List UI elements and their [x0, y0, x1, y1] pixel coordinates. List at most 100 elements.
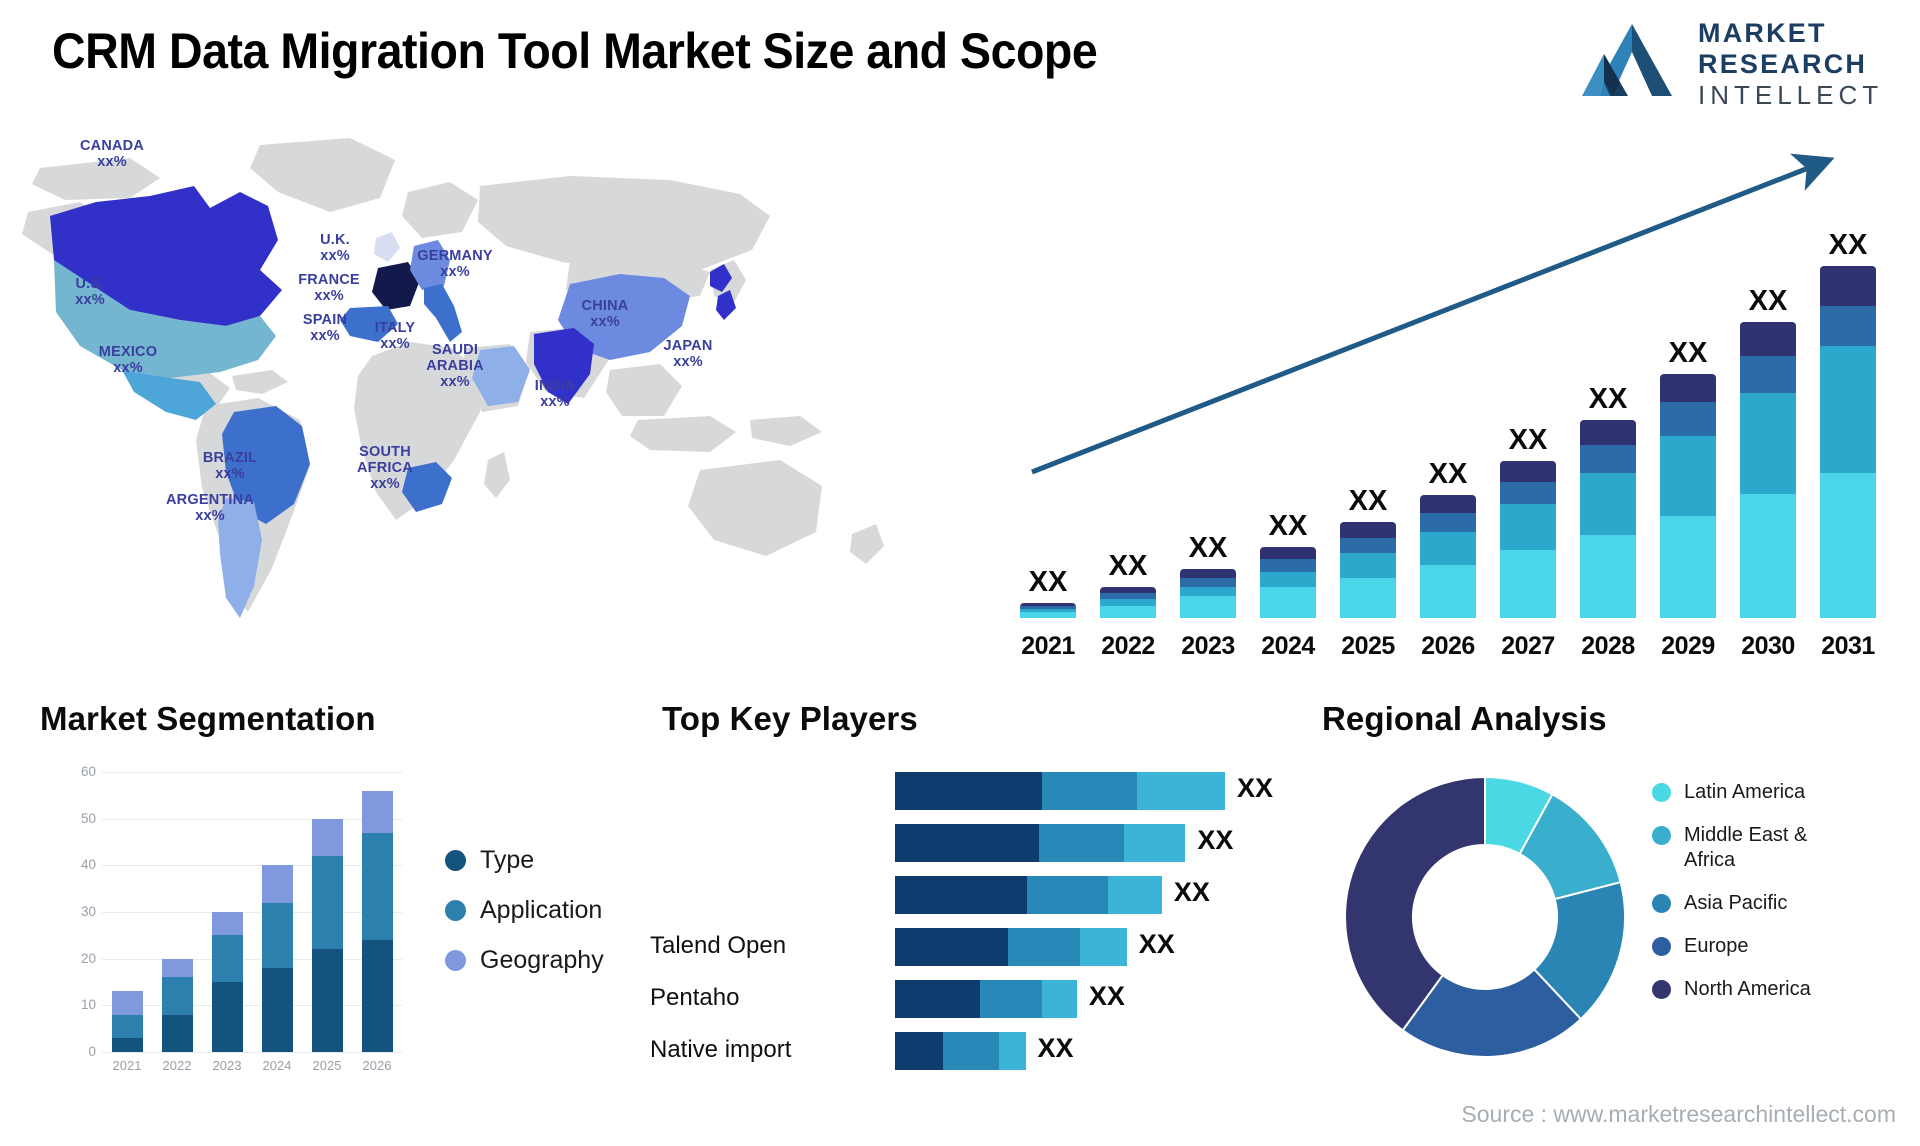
growth-bar-2021[interactable] — [1020, 602, 1076, 618]
regional-analysis-panel: Regional Analysis Latin America Middle Ea… — [1300, 700, 1920, 1130]
player-bar[interactable] — [895, 824, 1186, 862]
growth-bar-segment — [1740, 355, 1796, 393]
growth-bar-segment — [1660, 374, 1716, 402]
player-value-label: XX — [1037, 1033, 1074, 1063]
growth-axis-year: 2029 — [1661, 632, 1715, 660]
legend-dot-icon — [1652, 894, 1671, 913]
player-name-label: Talend Open — [650, 932, 787, 959]
growth-bar-segment — [1260, 559, 1316, 572]
player-value-label: XX — [1237, 773, 1274, 803]
map-label-china: CHINA xx% — [581, 298, 629, 330]
player-bar[interactable] — [895, 772, 1225, 810]
player-bar[interactable] — [895, 876, 1162, 914]
segmentation-legend-label: Geography — [480, 945, 604, 974]
player-bar-segment — [1038, 824, 1124, 862]
growth-bar-2029[interactable] — [1660, 374, 1716, 618]
segmentation-legend-item[interactable]: Geography — [445, 935, 604, 985]
regional-legend-item[interactable]: Middle East & Africa — [1652, 823, 1902, 873]
map-label-brazil: BRAZIL xx% — [202, 450, 258, 482]
growth-bar-segment — [1740, 494, 1796, 618]
legend-dot-icon — [1652, 783, 1671, 802]
growth-axis-year: 2022 — [1101, 632, 1155, 660]
map-label-india: INDIA xx% — [534, 378, 576, 410]
segmentation-legend-item[interactable]: Application — [445, 885, 604, 935]
segmentation-bar-2023[interactable] — [211, 912, 243, 1052]
market-segmentation-panel: Market Segmentation 0 10 20 30 40 50 60 2021 202… — [40, 700, 660, 1130]
growth-bar-2026[interactable] — [1420, 494, 1476, 619]
player-row[interactable]: Pentaho XX — [640, 980, 1300, 1018]
player-row[interactable]: Native import XX — [640, 1032, 1300, 1070]
player-value-label: XX — [1138, 929, 1175, 959]
player-row[interactable]: XX — [640, 824, 1300, 862]
player-row[interactable]: Talend Open XX — [640, 928, 1300, 966]
segmentation-y-tick: 50 — [80, 810, 96, 826]
legend-dot-icon — [445, 949, 466, 971]
growth-bar-2022[interactable] — [1100, 587, 1156, 618]
segmentation-bar-segment — [211, 912, 243, 936]
regional-legend-item[interactable]: Latin America — [1652, 780, 1902, 805]
player-bar[interactable] — [895, 1032, 1026, 1070]
player-value-label: XX — [1197, 825, 1234, 855]
legend-dot-icon — [1652, 826, 1671, 845]
regional-legend-item[interactable]: Asia Pacific — [1652, 891, 1902, 916]
growth-bar-segment — [1260, 571, 1316, 588]
segmentation-bar-2021[interactable] — [111, 991, 143, 1052]
growth-bar-2031[interactable] — [1820, 266, 1876, 618]
segmentation-legend-label: Application — [480, 895, 603, 924]
legend-dot-icon — [445, 899, 466, 921]
segmentation-gridline — [102, 912, 402, 913]
growth-bar-segment — [1820, 266, 1876, 307]
growth-bar-2027[interactable] — [1500, 460, 1556, 618]
player-row[interactable]: XX — [640, 772, 1300, 810]
player-bar-segment — [1107, 876, 1162, 914]
player-bar[interactable] — [895, 980, 1077, 1018]
growth-bar-2023[interactable] — [1180, 568, 1236, 618]
growth-bar-segment — [1420, 513, 1476, 532]
market-growth-chart: XX 2021 XX 2022 XX 2023 XX 2024 XX 2025 XX 2026 XX 20… — [1010, 135, 1910, 675]
growth-bar-2024[interactable] — [1260, 546, 1316, 618]
growth-bar-2025[interactable] — [1340, 522, 1396, 618]
brand-logo: MARKET RESEARCH INTELLECT — [1580, 14, 1896, 110]
growth-bar-segment — [1580, 445, 1636, 473]
segmentation-bar-2026[interactable] — [361, 790, 393, 1052]
growth-bar-segment — [1740, 321, 1796, 356]
player-bar-segment — [999, 1032, 1026, 1070]
player-value-label: XX — [1088, 981, 1125, 1011]
player-bar[interactable] — [895, 928, 1127, 966]
growth-axis-year: 2027 — [1501, 632, 1555, 660]
segmentation-gridline — [102, 1052, 402, 1053]
growth-bar-segment — [1420, 565, 1476, 618]
player-bar-segment — [895, 824, 1039, 862]
growth-bar-segment — [1260, 587, 1316, 618]
player-row[interactable]: XX — [640, 876, 1300, 914]
segmentation-legend-item[interactable]: Type — [445, 835, 604, 885]
map-label-argentina: ARGENTINA xx% — [166, 492, 254, 524]
player-bar-segment — [1026, 876, 1108, 914]
segmentation-bar-segment — [111, 1014, 143, 1039]
segmentation-bar-segment — [261, 865, 293, 903]
logo-line-market: MARKET — [1698, 18, 1827, 48]
growth-bar-segment — [1420, 494, 1476, 514]
segmentation-bar-segment — [161, 977, 193, 1015]
growth-bar-segment — [1820, 346, 1876, 473]
page-title: CRM Data Migration Tool Market Size and … — [52, 23, 1098, 79]
regional-legend-item[interactable]: North America — [1652, 977, 1902, 1002]
segmentation-bar-2025[interactable] — [311, 818, 343, 1052]
growth-axis-year: 2023 — [1181, 632, 1235, 660]
segmentation-bar-segment — [111, 1038, 143, 1052]
regional-legend-item[interactable]: Europe — [1652, 934, 1902, 959]
growth-bar-segment — [1660, 516, 1716, 618]
growth-bar-2028[interactable] — [1580, 420, 1636, 618]
growth-bar-segment — [1820, 306, 1876, 347]
segmentation-bar-2024[interactable] — [261, 865, 293, 1052]
segmentation-bar-segment — [211, 982, 243, 1052]
growth-bar-segment — [1180, 568, 1236, 578]
map-label-japan: JAPAN xx% — [663, 338, 713, 370]
segmentation-bar-2022[interactable] — [161, 958, 193, 1052]
growth-bar-2030[interactable] — [1740, 321, 1796, 618]
legend-dot-icon — [445, 849, 466, 871]
growth-bar-value-label: XX — [1508, 423, 1548, 456]
segmentation-y-tick: 20 — [80, 950, 96, 966]
player-bar-segment — [895, 1032, 944, 1070]
player-bar-segment — [1007, 928, 1080, 966]
